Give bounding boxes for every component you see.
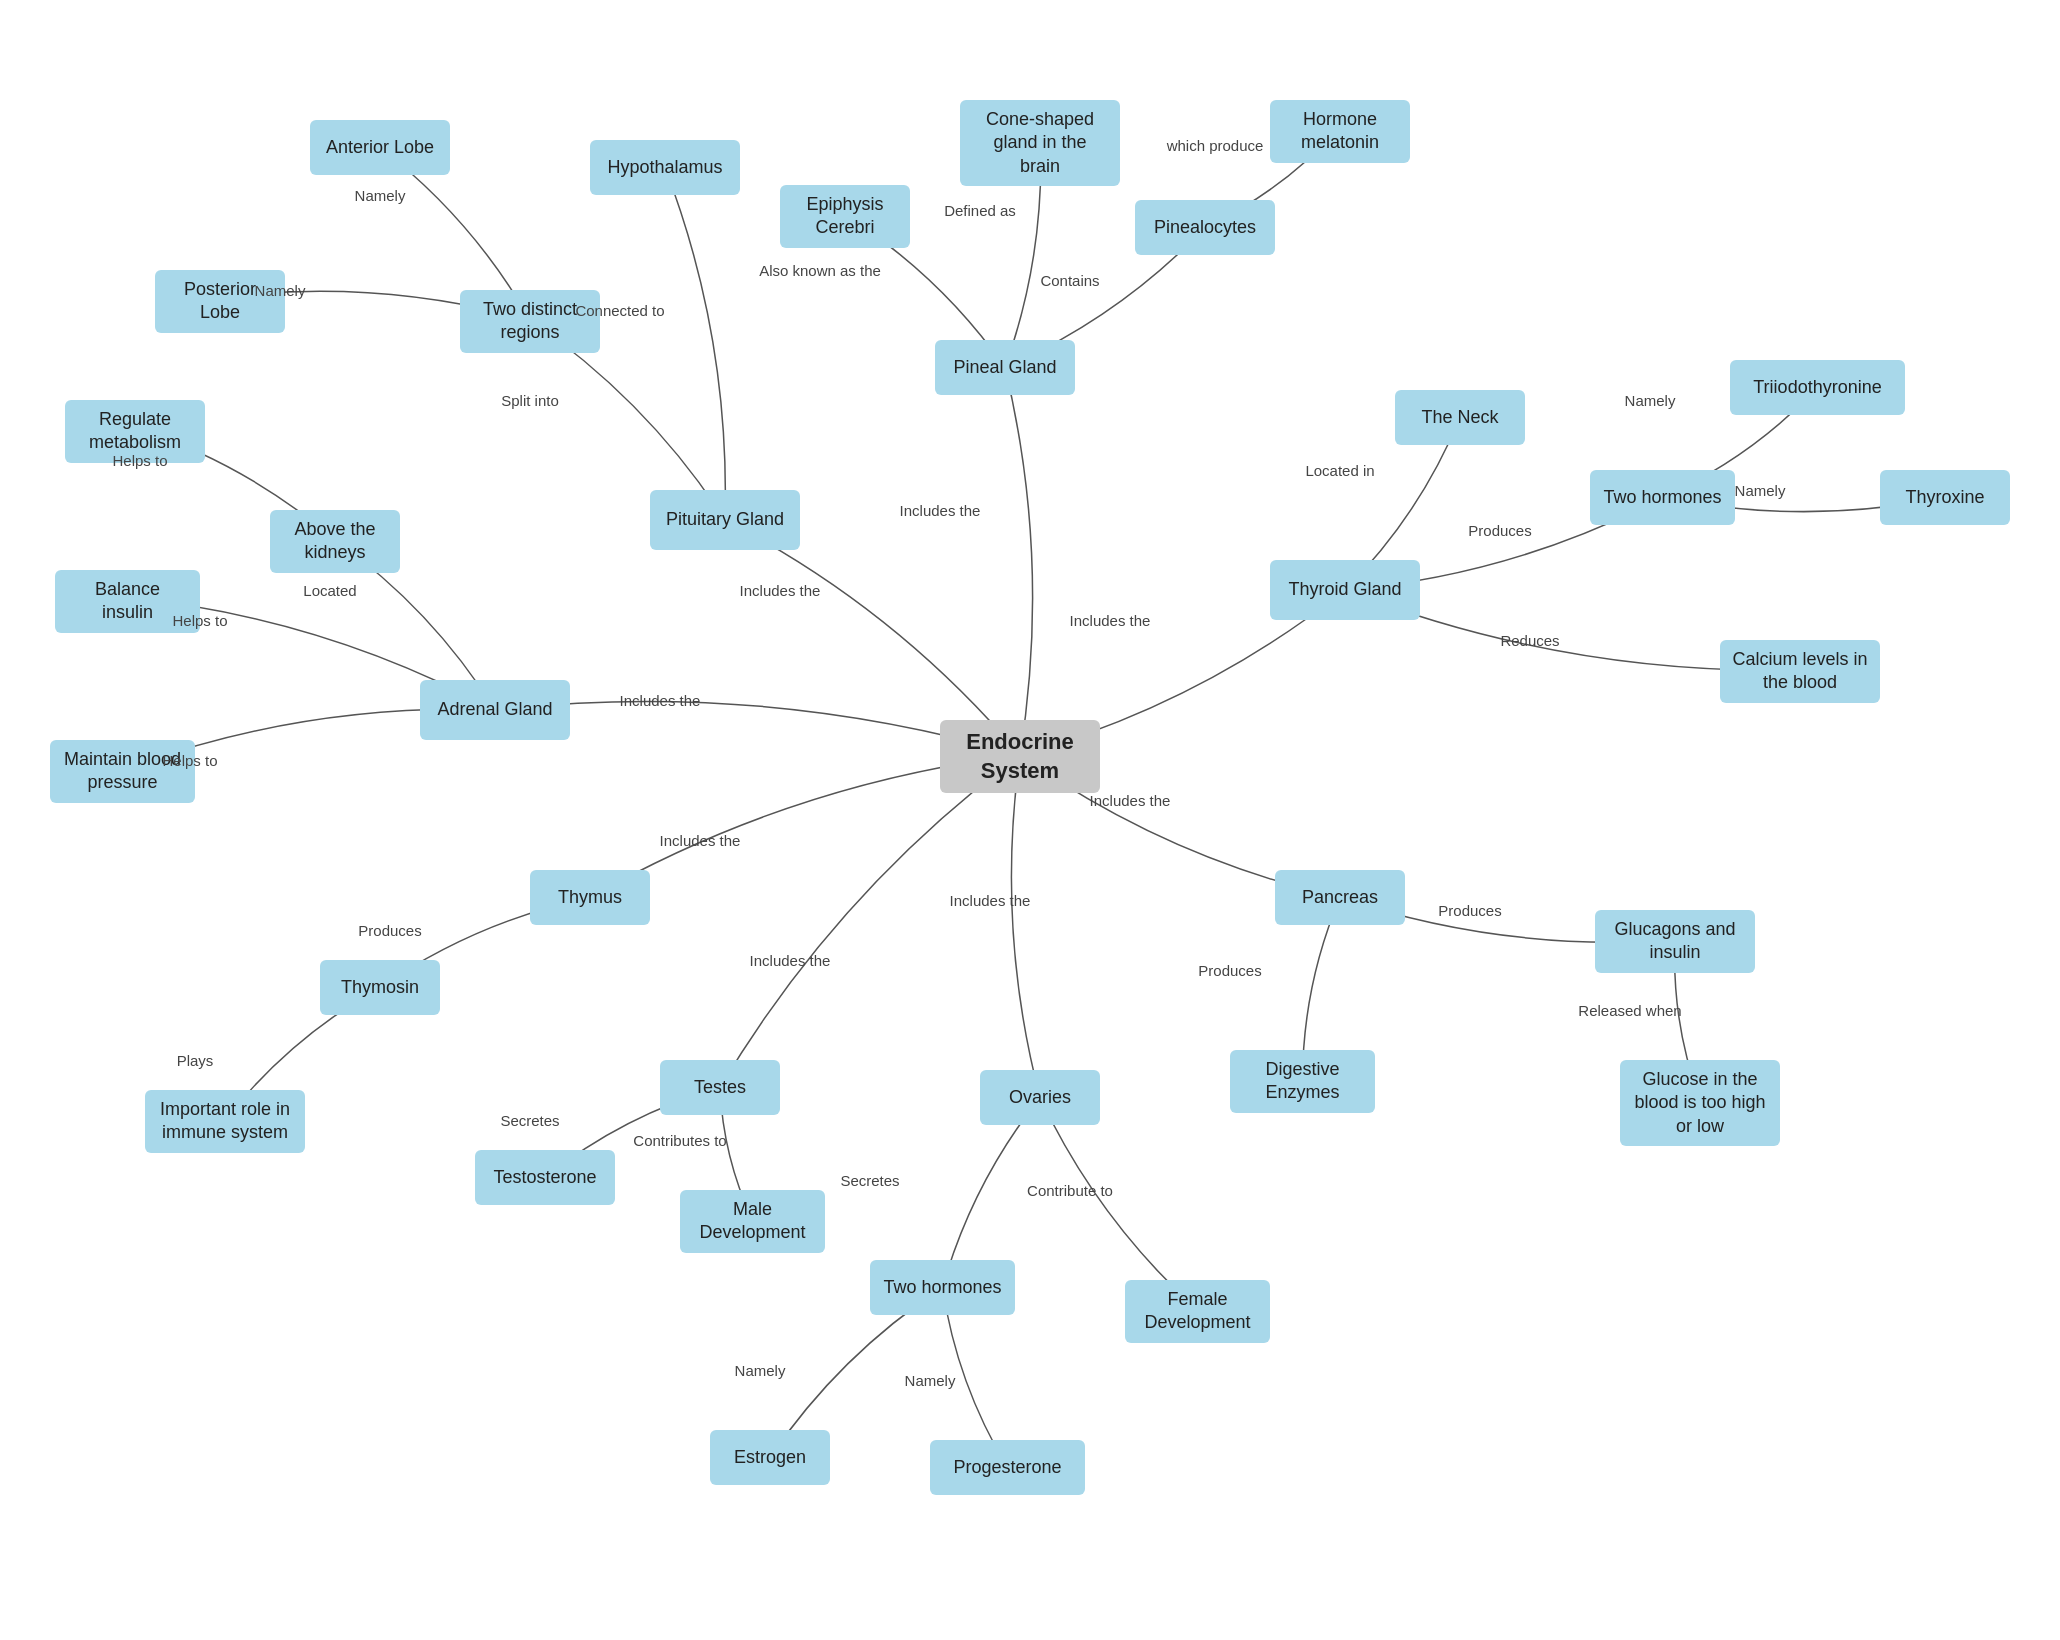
node-female_dev: Female Development [1125,1280,1270,1343]
edge-label: Includes the [660,832,741,849]
edge-label: Namely [1735,482,1786,499]
edge-label: Plays [177,1052,214,1069]
node-digestive_enzymes: Digestive Enzymes [1230,1050,1375,1113]
node-regulate_metabolism: Regulate metabolism [65,400,205,463]
node-adrenal: Adrenal Gland [420,680,570,740]
edge-label: Produces [358,922,421,939]
node-hypothalamus: Hypothalamus [590,140,740,195]
node-two_hormones_ovary: Two hormones [870,1260,1015,1315]
node-balance_insulin: Balance insulin [55,570,200,633]
edge-label: Includes the [750,952,831,969]
edge-label: Contains [1040,272,1099,289]
node-hormone_melatonin: Hormone melatonin [1270,100,1410,163]
node-epiphysis: Epiphysis Cerebri [780,185,910,248]
node-thymosin: Thymosin [320,960,440,1015]
node-male_dev: Male Development [680,1190,825,1253]
node-testes: Testes [660,1060,780,1115]
node-endocrine: Endocrine System [940,720,1100,793]
node-thyroxine: Thyroxine [1880,470,2010,525]
edge-label: Located [303,582,356,599]
node-calcium: Calcium levels in the blood [1720,640,1880,703]
node-pituitary: Pituitary Gland [650,490,800,550]
edge-label: Also known as the [759,262,881,279]
edge-label: Located in [1305,462,1374,479]
node-thymus: Thymus [530,870,650,925]
edge-label: Defined as [944,202,1016,219]
edge-label: Namely [355,187,406,204]
node-pineal: Pineal Gland [935,340,1075,395]
edge-label: Namely [735,1362,786,1379]
node-ovaries: Ovaries [980,1070,1100,1125]
node-thyroid: Thyroid Gland [1270,560,1420,620]
edge-label: Includes the [740,582,821,599]
edge-label: which produce [1167,137,1264,154]
node-pancreas: Pancreas [1275,870,1405,925]
node-two_hormones_thyroid: Two hormones [1590,470,1735,525]
node-testosterone: Testosterone [475,1150,615,1205]
node-triiodo: Triiodothyronine [1730,360,1905,415]
edge-label: Includes the [950,892,1031,909]
edge-label: Produces [1468,522,1531,539]
node-estrogen: Estrogen [710,1430,830,1485]
node-pinealocytes: Pinealocytes [1135,200,1275,255]
node-two_distinct: Two distinct regions [460,290,600,353]
node-maintain_bp: Maintain blood pressure [50,740,195,803]
node-above_kidneys: Above the kidneys [270,510,400,573]
node-glucose_blood: Glucose in the blood is too high or low [1620,1060,1780,1146]
node-glucagons_insulin: Glucagons and insulin [1595,910,1755,973]
edge-label: Includes the [620,692,701,709]
node-cone_shaped: Cone-shaped gland in the brain [960,100,1120,186]
edge-label: Reduces [1500,632,1559,649]
node-posterior: Posterior Lobe [155,270,285,333]
node-anterior: Anterior Lobe [310,120,450,175]
node-the_neck: The Neck [1395,390,1525,445]
edge-label: Split into [501,392,559,409]
edge-label: Secretes [500,1112,559,1129]
node-progesterone: Progesterone [930,1440,1085,1495]
edge-label: Namely [905,1372,956,1389]
edge-label: Released when [1578,1002,1681,1019]
edge-label: Includes the [1070,612,1151,629]
edge-label: Produces [1198,962,1261,979]
edge-label: Contributes to [633,1132,726,1149]
edge-label: Namely [1625,392,1676,409]
edge-label: Contribute to [1027,1182,1113,1199]
edge-label: Produces [1438,902,1501,919]
edge-label: Secretes [840,1172,899,1189]
connection-lines [0,0,2060,1640]
edge-label: Includes the [900,502,981,519]
node-immune_role: Important role in immune system [145,1090,305,1153]
edge-label: Includes the [1090,792,1171,809]
mind-map-canvas: Includes theSplit intoNamelyNamelyConnec… [0,0,2060,1640]
